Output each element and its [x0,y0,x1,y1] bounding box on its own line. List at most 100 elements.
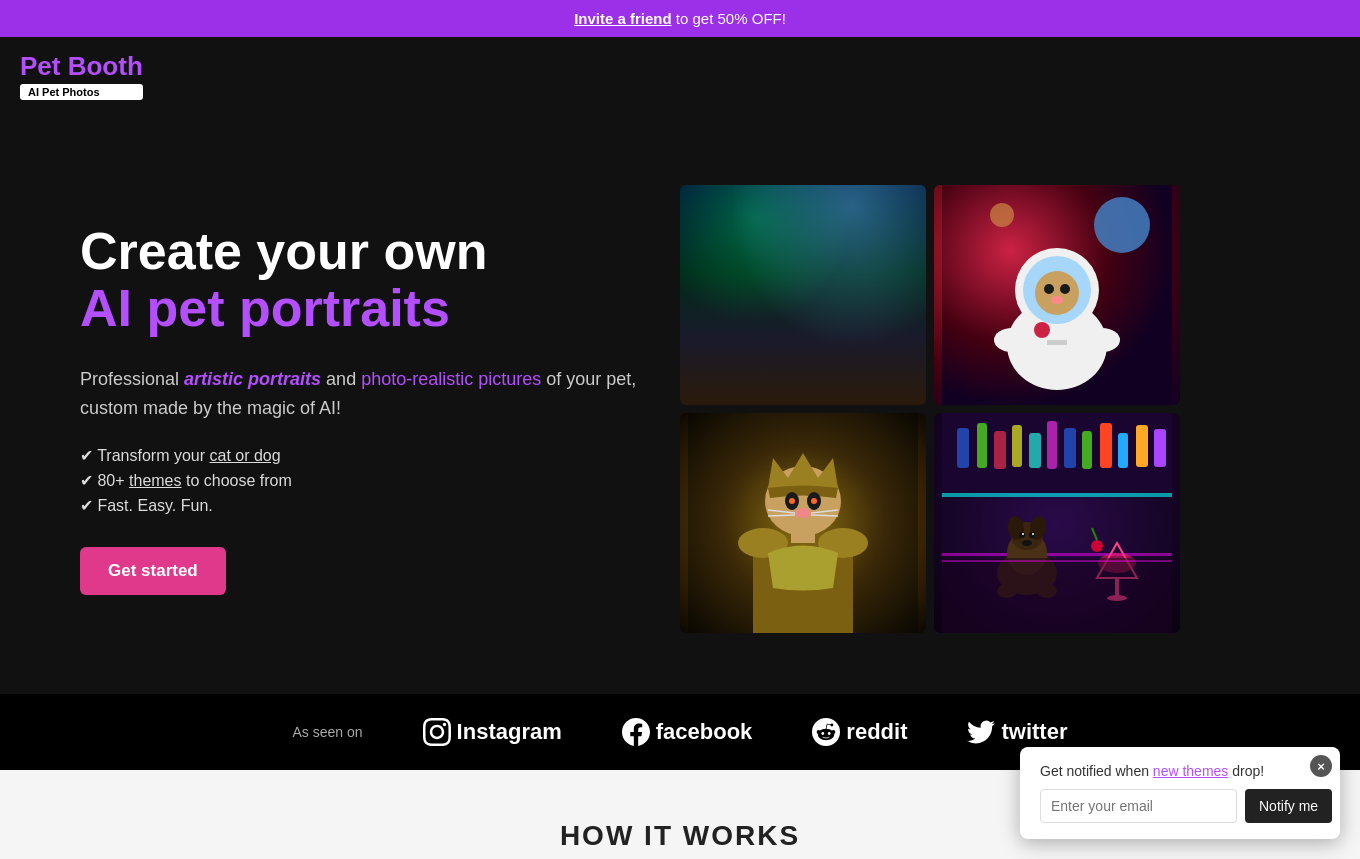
top-banner: Invite a friend to get 50% OFF! [0,0,1360,37]
reddit-logo: reddit [812,718,907,746]
hero-description: Professional artistic portraits and phot… [80,365,640,423]
svg-point-23 [1060,284,1070,294]
svg-point-8 [788,286,818,314]
feature-cat-dog: ✔ Transform your cat or dog [80,446,640,465]
hero-image-cat-armor [680,413,926,633]
svg-rect-58 [1154,429,1166,467]
svg-rect-12 [795,337,803,357]
svg-rect-51 [1029,433,1041,468]
cat-armor-placeholder [680,413,926,633]
hero-image-cat-astronaut [934,185,1180,405]
facebook-text: facebook [656,719,753,745]
hero-link-realistic[interactable]: photo-realistic pictures [361,369,541,389]
svg-rect-56 [1118,433,1128,468]
hero-text: Create your own AI pet portraits Profess… [80,223,640,596]
reddit-icon [812,718,840,746]
facebook-logo: facebook [622,718,753,746]
hero-title-line1: Create your own [80,223,640,280]
notify-popup: × Get notified when new themes drop! Not… [1020,747,1340,839]
cat-or-dog-link[interactable]: cat or dog [209,447,280,464]
svg-rect-53 [1064,428,1076,468]
svg-rect-4 [688,345,918,405]
as-seen-label: As seen on [293,724,363,740]
themes-link[interactable]: themes [129,472,181,489]
notify-input-row: Notify me [1040,789,1320,823]
feature-themes: ✔ 80+ themes to choose from [80,471,640,490]
notify-text-suffix: drop! [1228,763,1264,779]
svg-rect-52 [1047,421,1057,469]
svg-point-63 [1091,540,1103,552]
svg-rect-55 [1100,423,1112,468]
svg-rect-45 [942,493,1172,497]
svg-line-40 [768,515,795,516]
svg-point-17 [990,203,1014,227]
svg-rect-47 [957,428,969,468]
svg-point-7 [783,293,823,337]
notify-email-input[interactable] [1040,789,1237,823]
svg-point-70 [1019,532,1025,538]
dog-aurora-placeholder [680,185,926,405]
svg-point-72 [1022,533,1024,535]
svg-point-5 [703,330,903,370]
hero-features: ✔ Transform your cat or dog ✔ 80+ themes… [80,446,640,515]
hero-image-dog-bar [934,413,1180,633]
svg-rect-54 [1082,431,1092,469]
svg-point-37 [811,498,817,504]
notify-close-button[interactable]: × [1310,755,1332,777]
facebook-icon [622,718,650,746]
svg-point-21 [1035,271,1079,315]
hero-italic-portraits: artistic portraits [184,369,321,389]
hero-images-grid [680,185,1180,633]
instagram-text: Instagram [457,719,562,745]
brand-booth: Booth [68,51,143,81]
svg-rect-13 [807,337,815,357]
notify-text: Get notified when new themes drop! [1040,763,1320,779]
dog-bar-placeholder [934,413,1180,633]
hero-image-dog-aurora [680,185,926,405]
notify-new-themes-link[interactable]: new themes [1153,763,1228,779]
svg-point-38 [795,508,811,518]
twitter-logo: twitter [967,718,1067,746]
svg-line-42 [811,515,838,516]
svg-rect-57 [1136,425,1148,467]
svg-point-71 [1029,532,1035,538]
svg-rect-26 [1047,340,1067,345]
hero-section: Create your own AI pet portraits Profess… [0,114,1360,694]
svg-rect-48 [977,423,987,468]
svg-point-25 [1034,322,1050,338]
brand-name: Pet Booth [20,51,143,82]
svg-point-22 [1044,284,1054,294]
svg-rect-11 [783,337,791,357]
instagram-logo: Instagram [423,718,562,746]
svg-rect-77 [942,558,1172,633]
svg-point-24 [1051,296,1063,304]
svg-rect-50 [1012,425,1022,467]
svg-point-16 [1094,197,1150,253]
brand-pet: Pet [20,51,68,81]
svg-rect-0 [688,185,918,405]
notify-text-prefix: Get notified when [1040,763,1153,779]
svg-rect-14 [819,337,827,357]
brand-subtitle: AI Pet Photos [20,84,143,100]
svg-rect-46 [942,553,1172,556]
twitter-icon [967,718,995,746]
svg-point-9 [789,287,799,301]
svg-point-10 [807,287,817,301]
cat-astronaut-placeholder [934,185,1180,405]
brand-wrapper: Pet Booth AI Pet Photos [20,51,143,100]
svg-point-73 [1032,533,1034,535]
invite-link[interactable]: Invite a friend [574,10,672,27]
reddit-text: reddit [846,719,907,745]
instagram-icon [423,718,451,746]
twitter-text: twitter [1001,719,1067,745]
hero-title-line2: AI pet portraits [80,280,640,337]
feature-fast: ✔ Fast. Easy. Fun. [80,496,640,515]
svg-point-27 [994,328,1030,352]
navbar: Pet Booth AI Pet Photos [0,37,1360,114]
notify-submit-button[interactable]: Notify me [1245,789,1332,823]
svg-rect-1 [688,185,918,405]
svg-point-6 [768,315,838,365]
svg-point-3 [708,210,828,260]
get-started-button[interactable]: Get started [80,547,226,595]
banner-text: to get 50% OFF! [672,10,786,27]
